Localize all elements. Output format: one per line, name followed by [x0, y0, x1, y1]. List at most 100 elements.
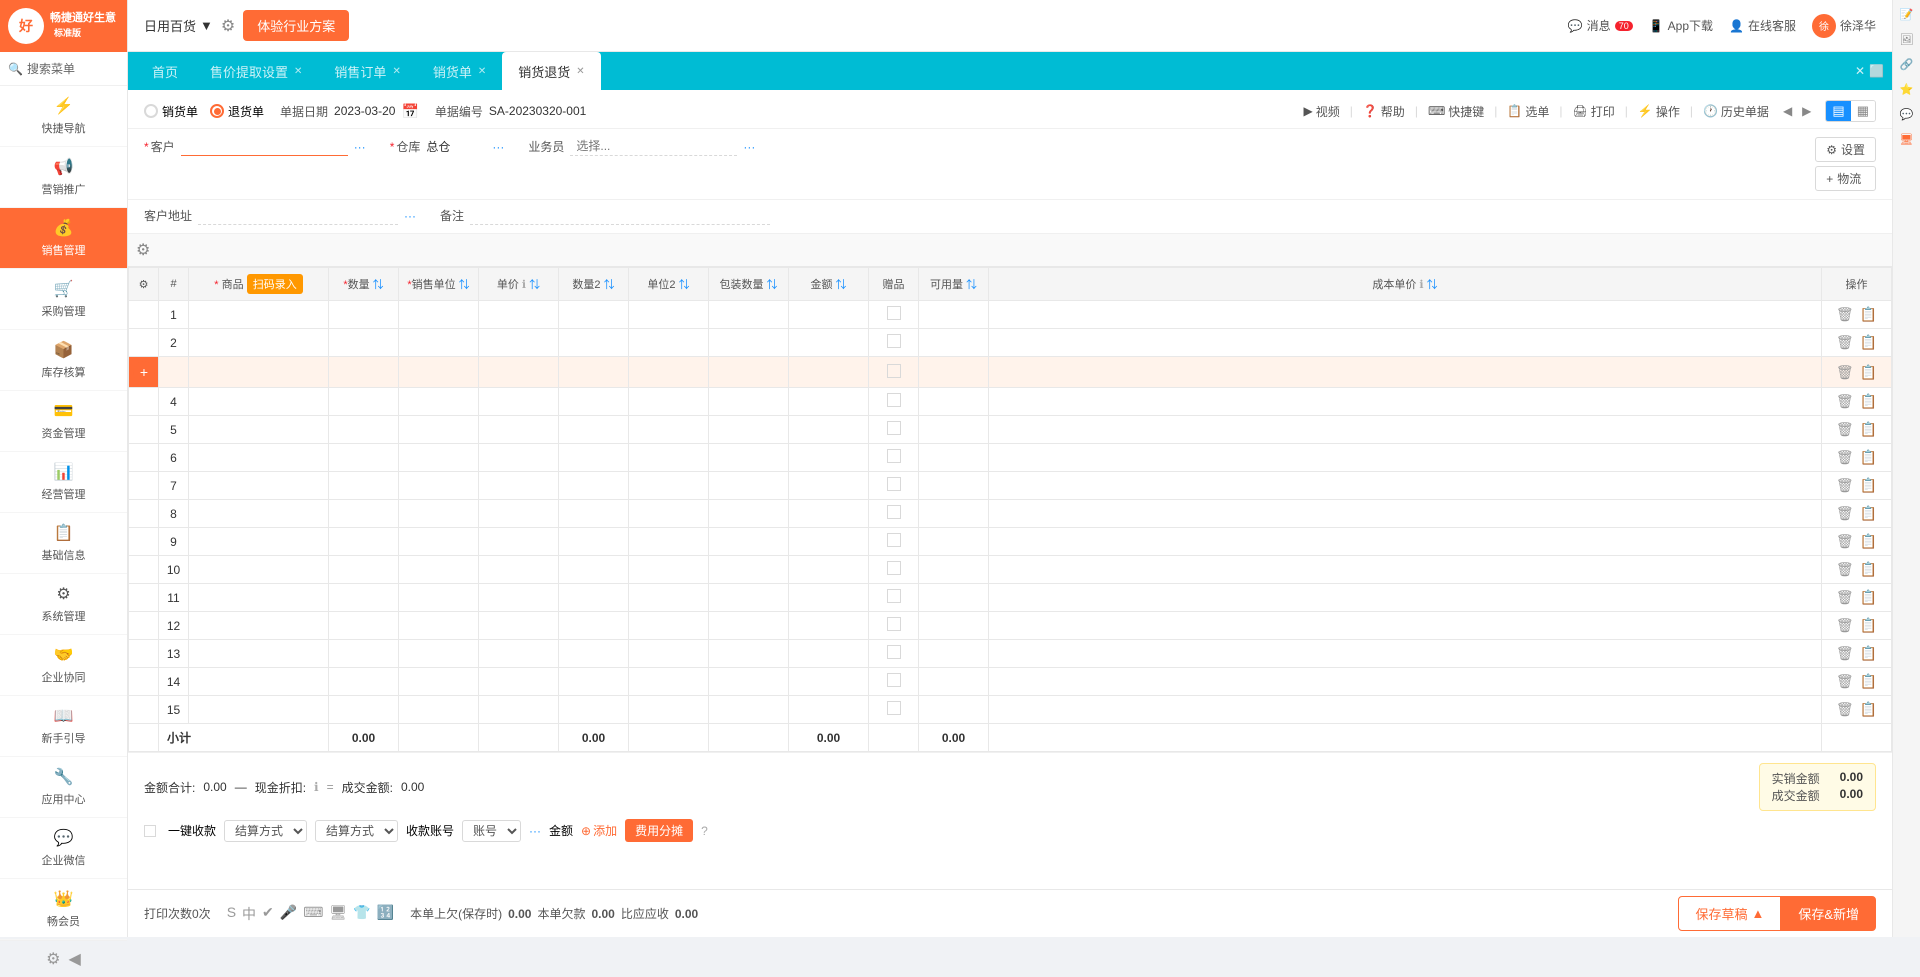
calendar-icon[interactable]: 📅 — [401, 103, 418, 120]
gift-check-3[interactable] — [887, 364, 901, 378]
delete-row-4[interactable]: 🗑 — [1836, 393, 1854, 410]
copy-row-6[interactable]: 📋 — [1860, 449, 1877, 466]
staff-more-btn[interactable]: ··· — [743, 140, 755, 154]
delete-row-11[interactable]: 🗑 — [1836, 589, 1854, 606]
product-input-2[interactable] — [193, 336, 324, 350]
radio-sale-return[interactable]: 退货单 — [210, 103, 264, 120]
tab-sale-delivery[interactable]: 销货单 ✕ — [417, 52, 502, 90]
right-panel-link[interactable]: 🔗 — [1900, 58, 1914, 71]
tab-close-price-set[interactable]: ✕ — [294, 66, 302, 77]
right-panel-chat[interactable]: 💬 — [1900, 108, 1914, 121]
prev-record-btn[interactable]: ◀ — [1779, 102, 1796, 120]
sort-price-icon[interactable]: ⇅ — [529, 279, 540, 291]
gift-check-5[interactable] — [887, 421, 901, 435]
sidebar-item-inventory[interactable]: 📦 库存核算 — [0, 330, 127, 391]
toolbar-operate[interactable]: ⚡ 操作 — [1638, 103, 1680, 120]
sort-qty-icon[interactable]: ⇅ — [373, 279, 384, 291]
gift-check-10[interactable] — [887, 561, 901, 575]
staff-input[interactable] — [570, 137, 737, 156]
tab-close-sale-delivery[interactable]: ✕ — [478, 66, 486, 77]
sidebar-item-system[interactable]: ⚙ 系统管理 — [0, 574, 127, 635]
summary-method-select[interactable]: 结算方式 — [315, 820, 398, 842]
right-panel-star[interactable]: ⭐ — [1900, 83, 1914, 96]
gear-icon[interactable]: ⚙ — [221, 16, 235, 36]
scan-btn[interactable]: 扫码录入 — [247, 274, 303, 294]
sort-unit-icon[interactable]: ⇅ — [459, 279, 470, 291]
sidebar-item-wechat[interactable]: 💬 企业微信 — [0, 818, 127, 879]
sidebar-item-appstore[interactable]: 🔧 应用中心 — [0, 757, 127, 818]
address-more-btn[interactable]: ··· — [404, 209, 416, 223]
one-pay-checkbox[interactable] — [144, 825, 156, 837]
right-panel-image[interactable]: 🖼 — [1900, 33, 1914, 46]
delete-row-9[interactable]: 🗑 — [1836, 533, 1854, 550]
settings-bottom-icon[interactable]: ⚙ — [46, 949, 60, 969]
tab-sale-return[interactable]: 销货退货 ✕ — [502, 52, 600, 90]
account-more-btn[interactable]: ··· — [529, 824, 541, 838]
close-tab-icon[interactable]: ✕ — [1855, 64, 1865, 78]
copy-row-5[interactable]: 📋 — [1860, 421, 1877, 438]
warehouse-more-btn[interactable]: ··· — [492, 140, 504, 154]
delete-row-3[interactable]: 🗑 — [1836, 364, 1854, 381]
right-panel-notes[interactable]: 📝 — [1900, 8, 1914, 21]
gift-check-6[interactable] — [887, 449, 901, 463]
copy-row-13[interactable]: 📋 — [1860, 645, 1877, 662]
customer-input[interactable] — [181, 137, 348, 156]
sidebar-item-enterprise[interactable]: 🤝 企业协同 — [0, 635, 127, 696]
sort-avail-icon[interactable]: ⇅ — [966, 279, 977, 291]
copy-row-14[interactable]: 📋 — [1860, 673, 1877, 690]
app-download-item[interactable]: 📱 App下载 — [1649, 17, 1713, 34]
delete-row-15[interactable]: 🗑 — [1836, 701, 1854, 718]
right-panel-screen[interactable]: 🖥 — [1900, 133, 1914, 146]
category-select[interactable]: 日用百货 ▼ — [144, 16, 213, 35]
tab-home[interactable]: 首页 — [136, 52, 194, 90]
gift-check-12[interactable] — [887, 617, 901, 631]
delete-row-10[interactable]: 🗑 — [1836, 561, 1854, 578]
delete-row-5[interactable]: 🗑 — [1836, 421, 1854, 438]
sidebar-item-basics[interactable]: 📋 基础信息 — [0, 513, 127, 574]
toolbar-select[interactable]: 📋 选单 — [1507, 103, 1549, 120]
tab-sale-order[interactable]: 销售订单 ✕ — [318, 52, 416, 90]
copy-row-8[interactable]: 📋 — [1860, 505, 1877, 522]
copy-row-15[interactable]: 📋 — [1860, 701, 1877, 718]
next-record-btn[interactable]: ▶ — [1798, 102, 1815, 120]
radio-sale-delivery[interactable]: 销货单 — [144, 103, 198, 120]
fee-split-btn[interactable]: 费用分摊 — [625, 819, 693, 842]
delete-row-1[interactable]: 🗑 — [1836, 306, 1854, 323]
grid-view-btn[interactable]: ▤ — [1826, 101, 1850, 121]
add-row-btn[interactable]: + — [133, 361, 155, 383]
delete-row-13[interactable]: 🗑 — [1836, 645, 1854, 662]
toolbar-print[interactable]: 🖨 打印 — [1573, 103, 1615, 120]
toolbar-history[interactable]: 🕐 历史单据 — [1703, 103, 1769, 120]
message-item[interactable]: 💬 消息 70 — [1568, 17, 1633, 34]
copy-row-9[interactable]: 📋 — [1860, 533, 1877, 550]
calc-method-select[interactable]: 结算方式 — [224, 820, 307, 842]
add-cost-btn[interactable]: ⊕ 添加 — [581, 822, 617, 839]
note-input[interactable] — [470, 206, 770, 225]
copy-row-7[interactable]: 📋 — [1860, 477, 1877, 494]
gift-check-8[interactable] — [887, 505, 901, 519]
sidebar-item-purchase[interactable]: 🛒 采购管理 — [0, 269, 127, 330]
sort-qty2-icon[interactable]: ⇅ — [604, 279, 615, 291]
copy-row-11[interactable]: 📋 — [1860, 589, 1877, 606]
sidebar-item-quick-nav[interactable]: ⚡ 快捷导航 — [0, 86, 127, 147]
dropdown-arrow-icon[interactable]: ▲ — [1751, 906, 1764, 921]
tab-close-sale-order[interactable]: ✕ — [392, 66, 400, 77]
product-input-1[interactable] — [193, 308, 324, 322]
copy-row-12[interactable]: 📋 — [1860, 617, 1877, 634]
copy-row-1[interactable]: 📋 — [1860, 306, 1877, 323]
copy-row-3[interactable]: 📋 — [1860, 364, 1877, 381]
copy-row-10[interactable]: 📋 — [1860, 561, 1877, 578]
delete-row-7[interactable]: 🗑 — [1836, 477, 1854, 494]
delete-row-14[interactable]: 🗑 — [1836, 673, 1854, 690]
table-gear-icon[interactable]: ⚙ — [136, 240, 150, 260]
delete-row-8[interactable]: 🗑 — [1836, 505, 1854, 522]
sidebar-item-member[interactable]: 👑 畅会员 — [0, 879, 127, 940]
gift-check-9[interactable] — [887, 533, 901, 547]
sidebar-item-search[interactable]: 🔍 搜索菜单 — [0, 52, 127, 86]
delete-row-6[interactable]: 🗑 — [1836, 449, 1854, 466]
toolbar-video[interactable]: ▶ 视频 — [1303, 103, 1339, 120]
gift-check-2[interactable] — [887, 334, 901, 348]
delete-row-12[interactable]: 🗑 — [1836, 617, 1854, 634]
sort-pkg-icon[interactable]: ⇅ — [767, 279, 778, 291]
gift-check-4[interactable] — [887, 393, 901, 407]
